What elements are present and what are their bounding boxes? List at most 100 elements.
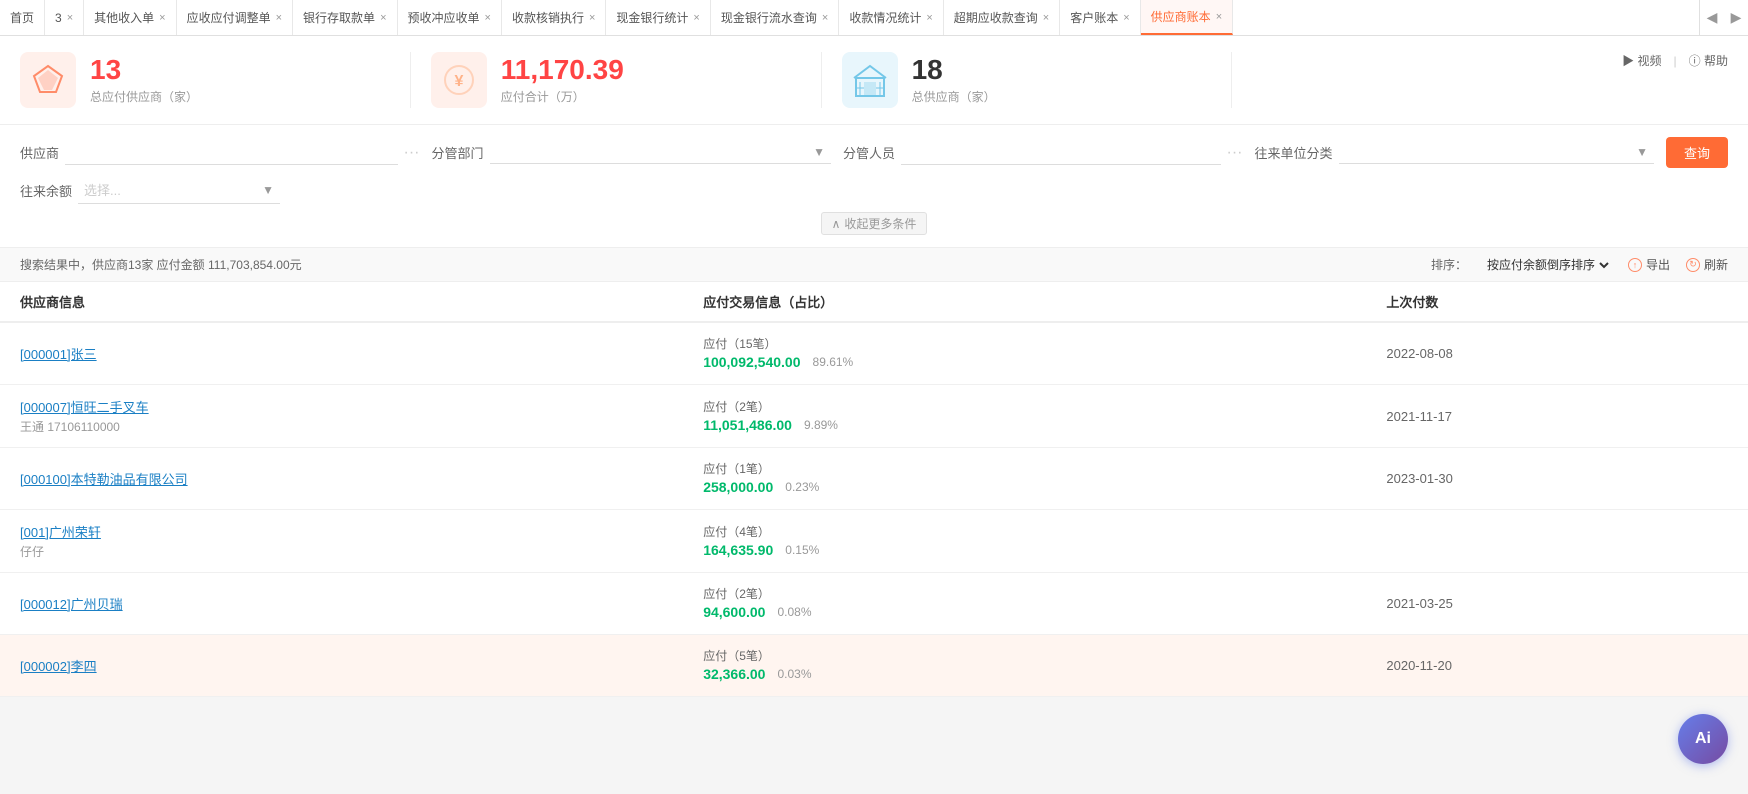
transaction-cell: 应付（2笔） 11,051,486.00 9.89% (703, 398, 1386, 435)
nav-tab-prepay[interactable]: 预收冲应收单 × (398, 0, 502, 35)
transaction-amount[interactable]: 258,000.00 (703, 479, 773, 495)
nav-tab-customer-ledger[interactable]: 客户账本 × (1060, 0, 1140, 35)
supplier-diamond-icon (20, 52, 76, 108)
money-icon: ¥ (431, 52, 487, 108)
svg-text:¥: ¥ (454, 73, 463, 90)
close-icon[interactable]: × (159, 12, 165, 24)
summary-card-total-suppliers-info: 18 总供应商（家） (912, 56, 996, 105)
unit-type-label: 往来单位分类 (1255, 143, 1333, 162)
close-icon[interactable]: × (485, 12, 491, 24)
query-button[interactable]: 查询 (1666, 137, 1728, 168)
close-icon[interactable]: × (589, 12, 595, 24)
close-icon[interactable]: × (822, 12, 828, 24)
filter-area: 供应商 ··· 分管部门 ▼ 分管人员 ··· 往来单位分类 ▼ 查询 往来 (0, 125, 1748, 248)
summary-area: 13 总应付供应商（家） ¥ 11,170.39 应付合计（万） 18 (0, 36, 1748, 125)
nav-tab-cash-flow-label: 现金银行流水查询 (721, 9, 817, 26)
nav-tab-bank[interactable]: 银行存取款单 × (293, 0, 397, 35)
transaction-amount[interactable]: 100,092,540.00 (703, 354, 800, 370)
supplier-info-cell: [000100]本特勒油品有限公司 (20, 469, 703, 488)
supplier-filter-input[interactable] (65, 141, 398, 165)
supplier-link[interactable]: [000001]张三 (20, 344, 703, 363)
help-link[interactable]: ⓘ 帮助 (1689, 52, 1728, 69)
transaction-percent: 0.03% (777, 667, 811, 681)
refresh-button[interactable]: ↻ 刷新 (1686, 256, 1728, 273)
table-row: [000100]本特勒油品有限公司 应付（1笔） 258,000.00 0.23… (0, 448, 1748, 510)
filter-supplier: 供应商 ··· (20, 141, 420, 165)
last-pay-cell: 2022-08-08 (1386, 346, 1728, 361)
sort-select[interactable]: 按应付余额倒序排序 (1483, 257, 1612, 273)
refresh-icon: ↻ (1686, 258, 1700, 272)
supplier-info-cell: [000012]广州贝瑞 (20, 594, 703, 613)
ai-assistant-button[interactable]: Ai (1678, 714, 1728, 764)
transaction-cell: 应付（2笔） 94,600.00 0.08% (703, 585, 1386, 622)
supplier-link[interactable]: [000002]李四 (20, 656, 703, 675)
balance-filter-select[interactable]: 选择... ▼ (78, 176, 280, 204)
nav-tab-3[interactable]: 3 × (45, 0, 84, 35)
dept-filter-select[interactable]: ▼ (490, 141, 831, 164)
supplier-link[interactable]: [000100]本特勒油品有限公司 (20, 469, 703, 488)
nav-tab-adjustment[interactable]: 应收应付调整单 × (177, 0, 293, 35)
supplier-info-cell: [000002]李四 (20, 656, 703, 675)
table-row: [000001]张三 应付（15笔） 100,092,540.00 89.61%… (0, 323, 1748, 385)
summary-card-payable-total: ¥ 11,170.39 应付合计（万） (431, 52, 822, 108)
supplier-filter-label: 供应商 (20, 143, 59, 162)
nav-tab-receipt-stat-label: 收款情况统计 (849, 9, 921, 26)
summary-card-payable-info: 13 总应付供应商（家） (90, 56, 198, 105)
nav-next-arrow[interactable]: ▶ (1724, 0, 1748, 36)
transaction-amount[interactable]: 11,051,486.00 (703, 417, 792, 433)
export-icon: ↑ (1628, 258, 1642, 272)
export-button[interactable]: ↑ 导出 (1628, 256, 1670, 273)
transaction-row: 11,051,486.00 9.89% (703, 415, 1386, 435)
nav-tab-receipt-stat[interactable]: 收款情况统计 × (839, 0, 943, 35)
summary-card-payable-suppliers: 13 总应付供应商（家） (20, 52, 411, 108)
transaction-amount[interactable]: 32,366.00 (703, 666, 765, 682)
transaction-row: 94,600.00 0.08% (703, 602, 1386, 622)
collapse-button[interactable]: ∧ 收起更多条件 (821, 212, 928, 235)
supplier-table: 供应商信息 应付交易信息（占比） 上次付数 [000001]张三 应付（15笔）… (0, 282, 1748, 697)
nav-tab-customer-ledger-label: 客户账本 (1070, 9, 1118, 26)
close-icon[interactable]: × (1043, 12, 1049, 24)
nav-tab-cash-stat[interactable]: 现金银行统计 × (606, 0, 710, 35)
nav-tab-overdue-label: 超期应收款查询 (954, 9, 1038, 26)
top-navigation: 首页 3 × 其他收入单 × 应收应付调整单 × 银行存取款单 × 预收冲应收单… (0, 0, 1748, 36)
export-label: 导出 (1646, 256, 1670, 273)
person-more-icon[interactable]: ··· (1227, 144, 1243, 162)
supplier-link[interactable]: [000012]广州贝瑞 (20, 594, 703, 613)
transaction-amount[interactable]: 94,600.00 (703, 604, 765, 620)
col-header-supplier: 供应商信息 (20, 292, 703, 311)
results-summary-text: 搜索结果中，供应商13家 应付金额 111,703,854.00元 (20, 256, 302, 273)
close-icon[interactable]: × (276, 12, 282, 24)
nav-tab-home[interactable]: 首页 (0, 0, 45, 35)
person-filter-input[interactable] (901, 141, 1221, 165)
close-icon[interactable]: × (926, 12, 932, 24)
nav-tab-cash-flow[interactable]: 现金银行流水查询 × (711, 0, 839, 35)
close-icon[interactable]: × (1123, 12, 1129, 24)
person-filter-label: 分管人员 (843, 143, 895, 162)
transaction-percent: 9.89% (804, 418, 838, 432)
close-icon[interactable]: × (380, 12, 386, 24)
nav-tab-collection[interactable]: 收款核销执行 × (502, 0, 606, 35)
close-icon[interactable]: × (67, 12, 73, 24)
nav-tab-other-income[interactable]: 其他收入单 × (84, 0, 176, 35)
payable-total-number: 11,170.39 (501, 56, 624, 84)
table-row: [001]广州荣轩 仔仔 应付（4笔） 164,635.90 0.15% (0, 510, 1748, 573)
supplier-link[interactable]: [001]广州荣轩 (20, 522, 703, 541)
nav-tab-supplier-ledger[interactable]: 供应商账本 × (1141, 0, 1233, 35)
play-icon: ▶ (1622, 54, 1634, 68)
help-icon: ⓘ (1689, 54, 1701, 68)
video-link[interactable]: ▶ 视频 (1622, 52, 1661, 69)
supplier-more-icon[interactable]: ··· (404, 144, 420, 162)
unit-type-select[interactable]: ▼ (1339, 141, 1654, 164)
nav-tab-prepay-label: 预收冲应收单 (408, 9, 480, 26)
balance-dropdown-arrow-icon: ▼ (262, 183, 274, 197)
payable-total-label: 应付合计（万） (501, 88, 624, 105)
close-icon[interactable]: × (1216, 11, 1222, 23)
transaction-amount[interactable]: 164,635.90 (703, 542, 773, 558)
supplier-link[interactable]: [000007]恒旺二手叉车 (20, 397, 703, 416)
table-header-row: 供应商信息 应付交易信息（占比） 上次付数 (0, 282, 1748, 323)
close-icon[interactable]: × (693, 12, 699, 24)
transaction-percent: 0.08% (777, 605, 811, 619)
nav-tab-overdue[interactable]: 超期应收款查询 × (944, 0, 1060, 35)
store-icon (842, 52, 898, 108)
nav-prev-arrow[interactable]: ◀ (1700, 0, 1724, 36)
